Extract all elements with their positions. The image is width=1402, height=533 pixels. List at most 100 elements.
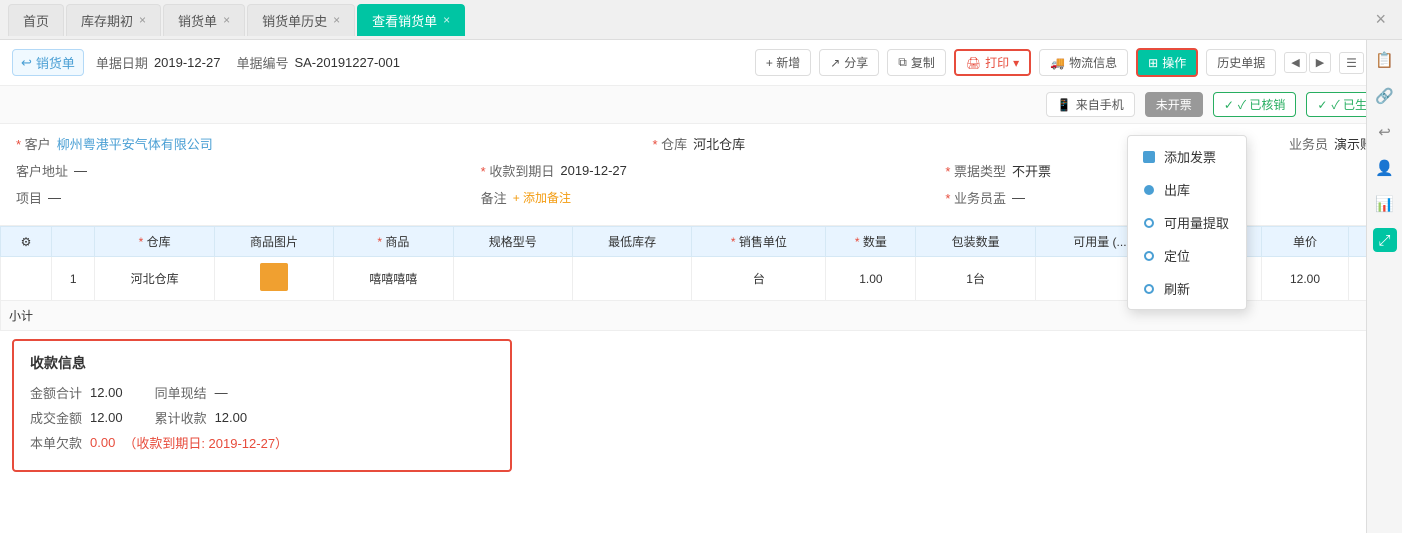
close-inventory-init[interactable]: × <box>139 13 146 27</box>
new-label: + 新增 <box>766 54 800 71</box>
outbound-icon <box>1142 183 1156 197</box>
payment-date-field: 收款到期日 2019-12-27 <box>481 161 922 180</box>
window-close-button[interactable]: × <box>1367 9 1394 30</box>
outbound-label: 出库 <box>1164 180 1190 199</box>
deal-amount-field: 成交金额 12.00 <box>30 408 123 427</box>
same-order-value: — <box>215 385 228 400</box>
row-sales-unit: 台 <box>692 257 826 301</box>
same-order-label: 同单现结 <box>155 383 207 402</box>
arrears-note: （收款到期日: 2019-12-27） <box>123 433 288 452</box>
cumulative-label: 累计收款 <box>155 408 207 427</box>
doc-number-label: 单据编号 <box>236 53 288 72</box>
operate-label: 操作 <box>1162 54 1186 71</box>
sidebar-icon-user[interactable]: 👤 <box>1373 156 1397 180</box>
available-extract-icon <box>1142 216 1156 230</box>
row-settings <box>1 257 52 301</box>
deal-amount-label: 成交金额 <box>30 408 82 427</box>
mobile-source-button[interactable]: 📱 来自手机 <box>1046 92 1135 117</box>
customer-field: 客户 柳州粤港平安气体有限公司 <box>16 134 628 153</box>
right-sidebar: 📋 🔗 ↩ 👤 📊 ⤢ <box>1366 40 1402 533</box>
print-icon: 🖨 <box>966 56 981 70</box>
warehouse-value: 河北仓库 <box>693 134 745 153</box>
address-value: — <box>74 163 87 178</box>
print-button[interactable]: 🖨 打印 ▾ <box>954 49 1031 76</box>
payment-title: 收款信息 <box>30 353 494 373</box>
list-view-button[interactable]: ☰ <box>1339 52 1364 74</box>
logistics-label: 物流信息 <box>1069 54 1117 71</box>
logistics-button[interactable]: 🚚 物流信息 <box>1039 49 1128 76</box>
row-pack-qty: 1台 <box>916 257 1035 301</box>
doc-number-field: 单据编号 SA-20191227-001 <box>236 53 400 72</box>
remark-label: 备注 <box>481 188 507 207</box>
dropdown-available-extract[interactable]: 可用量提取 <box>1128 206 1246 239</box>
close-sales-history[interactable]: × <box>333 13 340 27</box>
tab-inventory-init[interactable]: 库存期初 × <box>66 4 161 36</box>
dropdown-outbound[interactable]: 出库 <box>1128 173 1246 206</box>
history-button[interactable]: 历史单据 <box>1206 49 1276 76</box>
print-dropdown-arrow: ▾ <box>1013 56 1019 70</box>
sidebar-icon-chart[interactable]: 📊 <box>1373 192 1397 216</box>
operate-icon: ⊞ <box>1148 56 1158 70</box>
staff-label: 业务员 <box>1289 134 1328 153</box>
verified-button[interactable]: ✓ ✓ 已核销 <box>1213 92 1297 117</box>
cumulative-value: 12.00 <box>215 410 248 425</box>
copy-icon: ⧉ <box>898 55 907 70</box>
row-product: 嘻嘻嘻嘻 <box>334 257 453 301</box>
sales-staff-label: 业务员盂 <box>945 188 1006 207</box>
add-remark-button[interactable]: 添加备注 <box>513 189 571 206</box>
sidebar-icon-back[interactable]: ↩ <box>1373 120 1397 144</box>
mobile-icon: 📱 <box>1057 98 1072 112</box>
address-field: 客户地址 — <box>16 161 457 180</box>
row-warehouse: 河北仓库 <box>95 257 214 301</box>
tab-view-sales[interactable]: 查看销货单 × <box>357 4 465 36</box>
new-button[interactable]: + 新增 <box>755 49 811 76</box>
payment-row-3: 本单欠款 0.00 （收款到期日: 2019-12-27） <box>30 433 494 452</box>
customer-value[interactable]: 柳州粤港平安气体有限公司 <box>57 134 213 153</box>
share-label: 分享 <box>844 54 868 71</box>
project-value: — <box>48 190 61 205</box>
copy-button[interactable]: ⧉ 复制 <box>887 49 946 76</box>
sidebar-icon-notes[interactable]: 📋 <box>1373 48 1397 72</box>
dropdown-locate[interactable]: 定位 <box>1128 239 1246 272</box>
not-open-ticket-button[interactable]: 未开票 <box>1145 92 1203 117</box>
row-image <box>214 257 333 301</box>
doc-meta: 单据日期 2019-12-27 单据编号 SA-20191227-001 <box>96 53 755 72</box>
col-spec: 规格型号 <box>453 227 572 257</box>
customer-label: 客户 <box>16 134 51 153</box>
verified-label: ✓ 已核销 <box>1238 96 1286 113</box>
sidebar-icon-expand[interactable]: ⤢ <box>1373 228 1397 252</box>
doc-type-icon: ↩ <box>21 55 32 71</box>
dropdown-add-invoice[interactable]: 添加发票 <box>1128 140 1246 173</box>
tab-bar: 首页 库存期初 × 销货单 × 销货单历史 × 查看销货单 × × <box>0 0 1402 40</box>
next-button[interactable]: ▶ <box>1309 52 1331 73</box>
col-quantity: 数量 <box>826 227 916 257</box>
project-label: 项目 <box>16 188 42 207</box>
print-label: 打印 <box>985 54 1009 71</box>
total-amount-field: 金额合计 12.00 <box>30 383 123 402</box>
ticket-type-value: 不开票 <box>1012 161 1051 180</box>
nav-arrows: ◀ ▶ <box>1284 52 1331 73</box>
close-sales-order[interactable]: × <box>223 13 230 27</box>
tab-sales-order[interactable]: 销货单 × <box>163 4 245 36</box>
col-unit-price: 单价 <box>1262 227 1348 257</box>
warehouse-label: 仓库 <box>652 134 687 153</box>
total-amount-value: 12.00 <box>90 385 123 400</box>
col-min-stock: 最低库存 <box>572 227 691 257</box>
effective-icon: ✓ <box>1317 98 1327 112</box>
tab-sales-history[interactable]: 销货单历史 × <box>247 4 355 36</box>
tab-home[interactable]: 首页 <box>8 4 64 36</box>
col-settings[interactable]: ⚙ <box>1 227 52 257</box>
refresh-label: 刷新 <box>1164 279 1190 298</box>
verified-icon: ✓ <box>1224 98 1234 112</box>
doc-date-value: 2019-12-27 <box>154 55 221 70</box>
sidebar-icon-link[interactable]: 🔗 <box>1373 84 1397 108</box>
dropdown-refresh[interactable]: 刷新 <box>1128 272 1246 305</box>
status-row: 📱 来自手机 未开票 ✓ ✓ 已核销 ✓ ✓ 已生效 <box>0 86 1402 124</box>
close-view-sales[interactable]: × <box>443 13 450 27</box>
operate-button[interactable]: ⊞ 操作 <box>1136 48 1198 77</box>
address-label: 客户地址 <box>16 161 68 180</box>
add-invoice-label: 添加发票 <box>1164 147 1216 166</box>
logistics-icon: 🚚 <box>1050 56 1065 70</box>
prev-button[interactable]: ◀ <box>1284 52 1306 73</box>
share-button[interactable]: ↗ 分享 <box>819 49 879 76</box>
